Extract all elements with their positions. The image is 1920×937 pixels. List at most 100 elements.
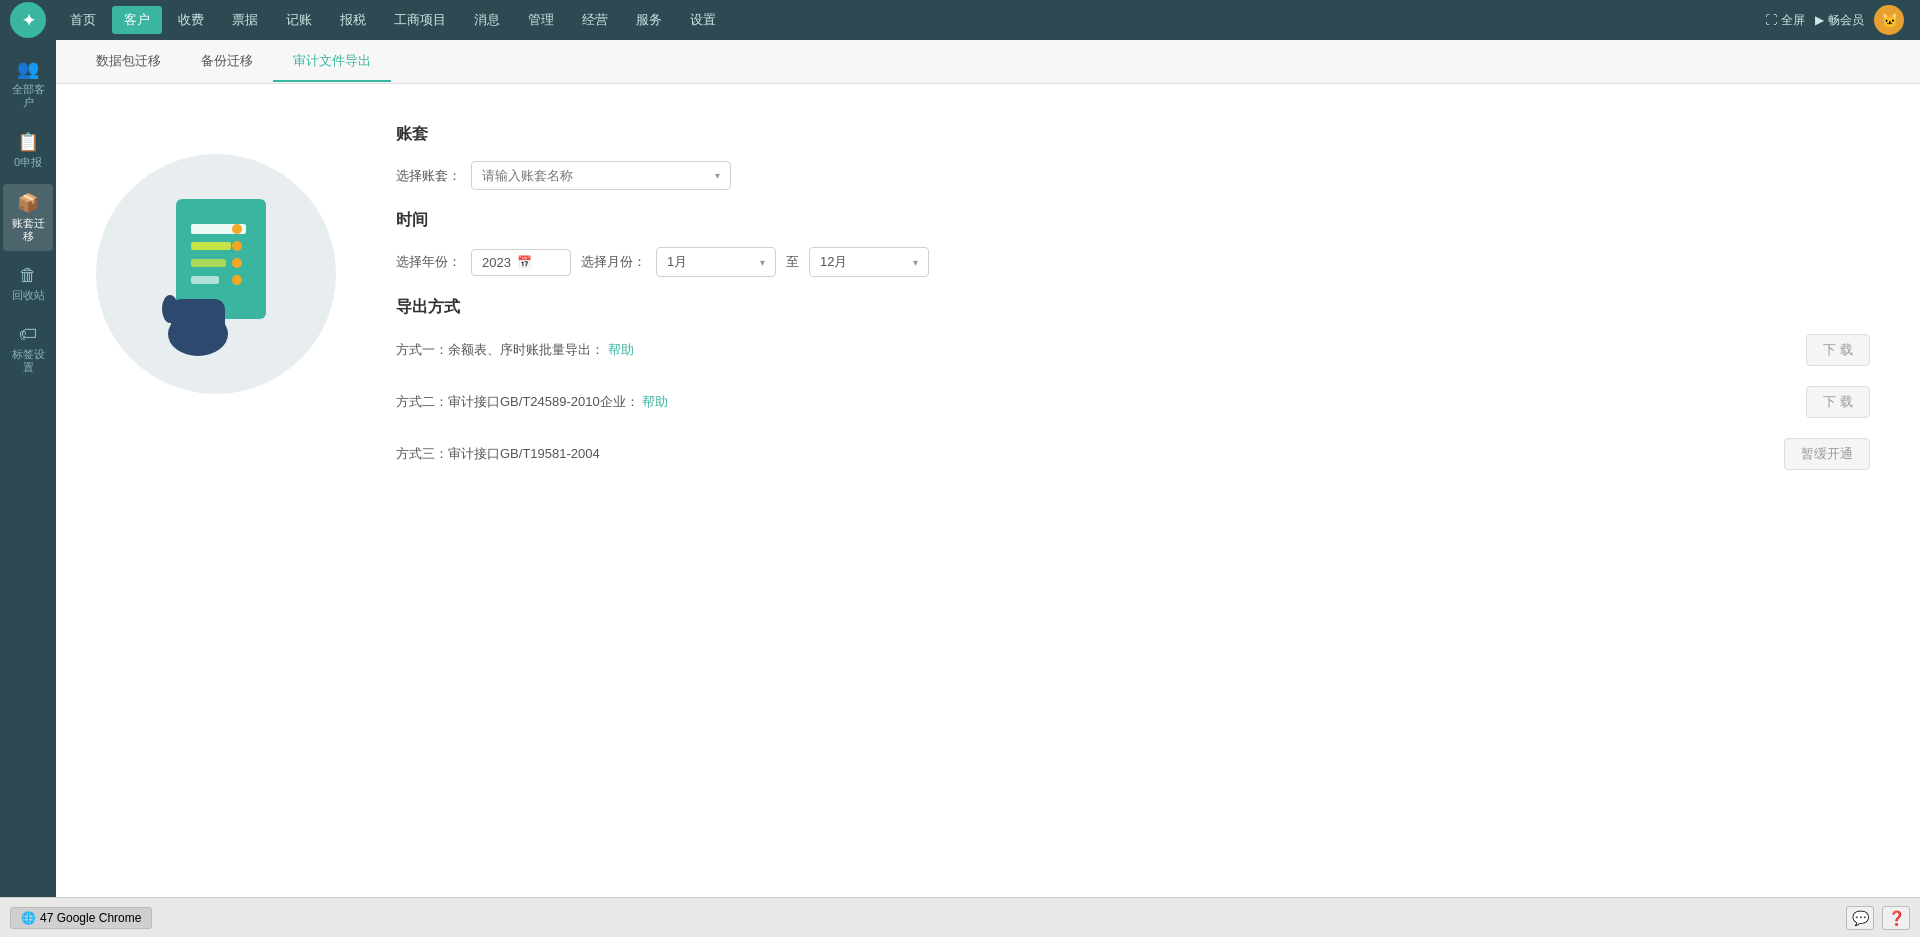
sidebar-label-account-migration: 账套迁移	[7, 217, 49, 243]
nav-management[interactable]: 管理	[516, 6, 566, 34]
nav-business[interactable]: 工商项目	[382, 6, 458, 34]
chevron-down-icon: ▾	[715, 170, 720, 181]
tag-settings-icon: 🏷	[19, 324, 37, 345]
month-end-value: 12月	[820, 253, 847, 271]
taskbar-right: 💬 ❓	[1846, 906, 1910, 930]
export-method-3-text: 方式三：审计接口GB/T19581-2004	[396, 445, 1784, 463]
time-row: 选择年份： 2023 📅 选择月份： 1月 ▾ 至 12月 ▾	[396, 247, 1880, 277]
export-section-title: 导出方式	[396, 297, 1880, 318]
method-1-download-btn[interactable]: 下 载	[1806, 334, 1870, 366]
export-method-1-text: 方式一：余额表、序时账批量导出： 帮助	[396, 341, 1806, 359]
declaration-icon: 📋	[17, 131, 39, 153]
method-1-help-link[interactable]: 帮助	[608, 342, 634, 357]
illustration-circle	[96, 154, 336, 394]
export-method-1: 方式一：余额表、序时账批量导出： 帮助 下 载	[396, 334, 1880, 366]
sidebar-item-recycle[interactable]: 🗑 回收站	[3, 257, 53, 310]
app-logo: ✦	[10, 2, 46, 38]
tab-data-migration[interactable]: 数据包迁移	[76, 42, 181, 82]
account-migration-icon: 📦	[17, 192, 39, 214]
account-section-title: 账套	[396, 124, 1880, 145]
method-2-download-btn[interactable]: 下 载	[1806, 386, 1870, 418]
time-section-title: 时间	[396, 210, 1880, 231]
taskbar: 🌐 47 Google Chrome 💬 ❓	[0, 897, 1920, 937]
avatar[interactable]: 🐱	[1874, 5, 1904, 35]
nav-customer[interactable]: 客户	[112, 6, 162, 34]
fullscreen-btn[interactable]: ⛶ 全屏	[1765, 12, 1805, 29]
year-label: 选择年份：	[396, 253, 461, 271]
nav-tax[interactable]: 报税	[328, 6, 378, 34]
chat-icon: 💬	[1852, 910, 1869, 926]
content-area: 数据包迁移 备份迁移 审计文件导出	[56, 40, 1920, 897]
sidebar-label-tag-settings: 标签设置	[7, 348, 49, 374]
taskbar-browser-item[interactable]: 🌐 47 Google Chrome	[10, 907, 152, 929]
sidebar-label-recycle: 回收站	[12, 289, 45, 302]
account-input-field[interactable]	[482, 168, 715, 183]
help-icon: ❓	[1888, 910, 1905, 926]
main-layout: 👥 全部客户 📋 0申报 📦 账套迁移 🗑 回收站 🏷 标签设置 数据包迁移 备…	[0, 40, 1920, 897]
sidebar-item-all-customers[interactable]: 👥 全部客户	[3, 50, 53, 117]
vip-icon: ▶	[1815, 13, 1824, 27]
method-1-label: 方式一：余额表、序时账批量导出：	[396, 342, 604, 357]
nav-message[interactable]: 消息	[462, 6, 512, 34]
taskbar-help-btn[interactable]: ❓	[1882, 906, 1910, 930]
svg-point-6	[232, 275, 242, 285]
account-select-row: 选择账套： ▾	[396, 161, 1880, 190]
method-3-label: 方式三：审计接口GB/T19581-2004	[396, 446, 600, 461]
export-method-2-text: 方式二：审计接口GB/T24589-2010企业： 帮助	[396, 393, 1806, 411]
left-sidebar: 👥 全部客户 📋 0申报 📦 账套迁移 🗑 回收站 🏷 标签设置	[0, 40, 56, 897]
svg-rect-8	[191, 276, 219, 284]
account-select-label: 选择账套：	[396, 167, 461, 185]
sidebar-item-account-migration[interactable]: 📦 账套迁移	[3, 184, 53, 251]
year-value: 2023	[482, 255, 511, 270]
vip-btn[interactable]: ▶ 畅会员	[1815, 12, 1864, 29]
to-label: 至	[786, 253, 799, 271]
svg-rect-7	[191, 259, 226, 267]
tab-audit-export[interactable]: 审计文件导出	[273, 42, 391, 82]
method-3-vip-btn[interactable]: 暂缓开通	[1784, 438, 1870, 470]
svg-rect-2	[191, 242, 231, 250]
chevron-down-icon-month: ▾	[760, 257, 765, 268]
svg-point-3	[232, 224, 242, 234]
month-label: 选择月份：	[581, 253, 646, 271]
top-navigation: ✦ 首页 客户 收费 票据 记账 报税 工商项目 消息 管理 经营 服务 设置 …	[0, 0, 1920, 40]
chevron-down-icon-month-end: ▾	[913, 257, 918, 268]
nav-operations[interactable]: 经营	[570, 6, 620, 34]
month-end-select[interactable]: 12月 ▾	[809, 247, 929, 277]
svg-point-4	[232, 241, 242, 251]
all-customers-icon: 👥	[17, 58, 39, 80]
nav-items: 首页 客户 收费 票据 记账 报税 工商项目 消息 管理 经营 服务 设置	[58, 6, 1765, 34]
sidebar-item-declaration[interactable]: 📋 0申报	[3, 123, 53, 177]
nav-invoice[interactable]: 票据	[220, 6, 270, 34]
sidebar-item-tag-settings[interactable]: 🏷 标签设置	[3, 316, 53, 382]
nav-right: ⛶ 全屏 ▶ 畅会员 🐱	[1765, 5, 1920, 35]
sidebar-label-declaration: 0申报	[14, 156, 42, 169]
nav-home[interactable]: 首页	[58, 6, 108, 34]
illustration-area	[96, 114, 336, 867]
svg-point-11	[162, 295, 178, 323]
calendar-icon: 📅	[517, 255, 532, 269]
form-area: 账套 选择账套： ▾ 时间 选择年份： 2023 📅 选择月份	[396, 114, 1880, 867]
recycle-icon: 🗑	[19, 265, 37, 286]
fullscreen-icon: ⛶	[1765, 13, 1777, 27]
nav-fees[interactable]: 收费	[166, 6, 216, 34]
month-start-value: 1月	[667, 253, 687, 271]
tab-backup-migration[interactable]: 备份迁移	[181, 42, 273, 82]
chrome-icon: 🌐	[21, 911, 36, 925]
account-select-input[interactable]: ▾	[471, 161, 731, 190]
illustration-svg	[136, 179, 296, 369]
method-2-help-link[interactable]: 帮助	[642, 394, 668, 409]
svg-point-5	[232, 258, 242, 268]
sidebar-label-all-customers: 全部客户	[7, 83, 49, 109]
nav-service[interactable]: 服务	[624, 6, 674, 34]
taskbar-chat-btn[interactable]: 💬	[1846, 906, 1874, 930]
nav-settings[interactable]: 设置	[678, 6, 728, 34]
tab-bar: 数据包迁移 备份迁移 审计文件导出	[56, 40, 1920, 84]
svg-rect-10	[171, 299, 225, 349]
year-input[interactable]: 2023 📅	[471, 249, 571, 276]
page-content: 账套 选择账套： ▾ 时间 选择年份： 2023 📅 选择月份	[56, 84, 1920, 897]
month-start-select[interactable]: 1月 ▾	[656, 247, 776, 277]
export-method-3: 方式三：审计接口GB/T19581-2004 暂缓开通	[396, 438, 1880, 470]
method-2-label: 方式二：审计接口GB/T24589-2010企业：	[396, 394, 639, 409]
export-method-2: 方式二：审计接口GB/T24589-2010企业： 帮助 下 载	[396, 386, 1880, 418]
nav-accounting[interactable]: 记账	[274, 6, 324, 34]
